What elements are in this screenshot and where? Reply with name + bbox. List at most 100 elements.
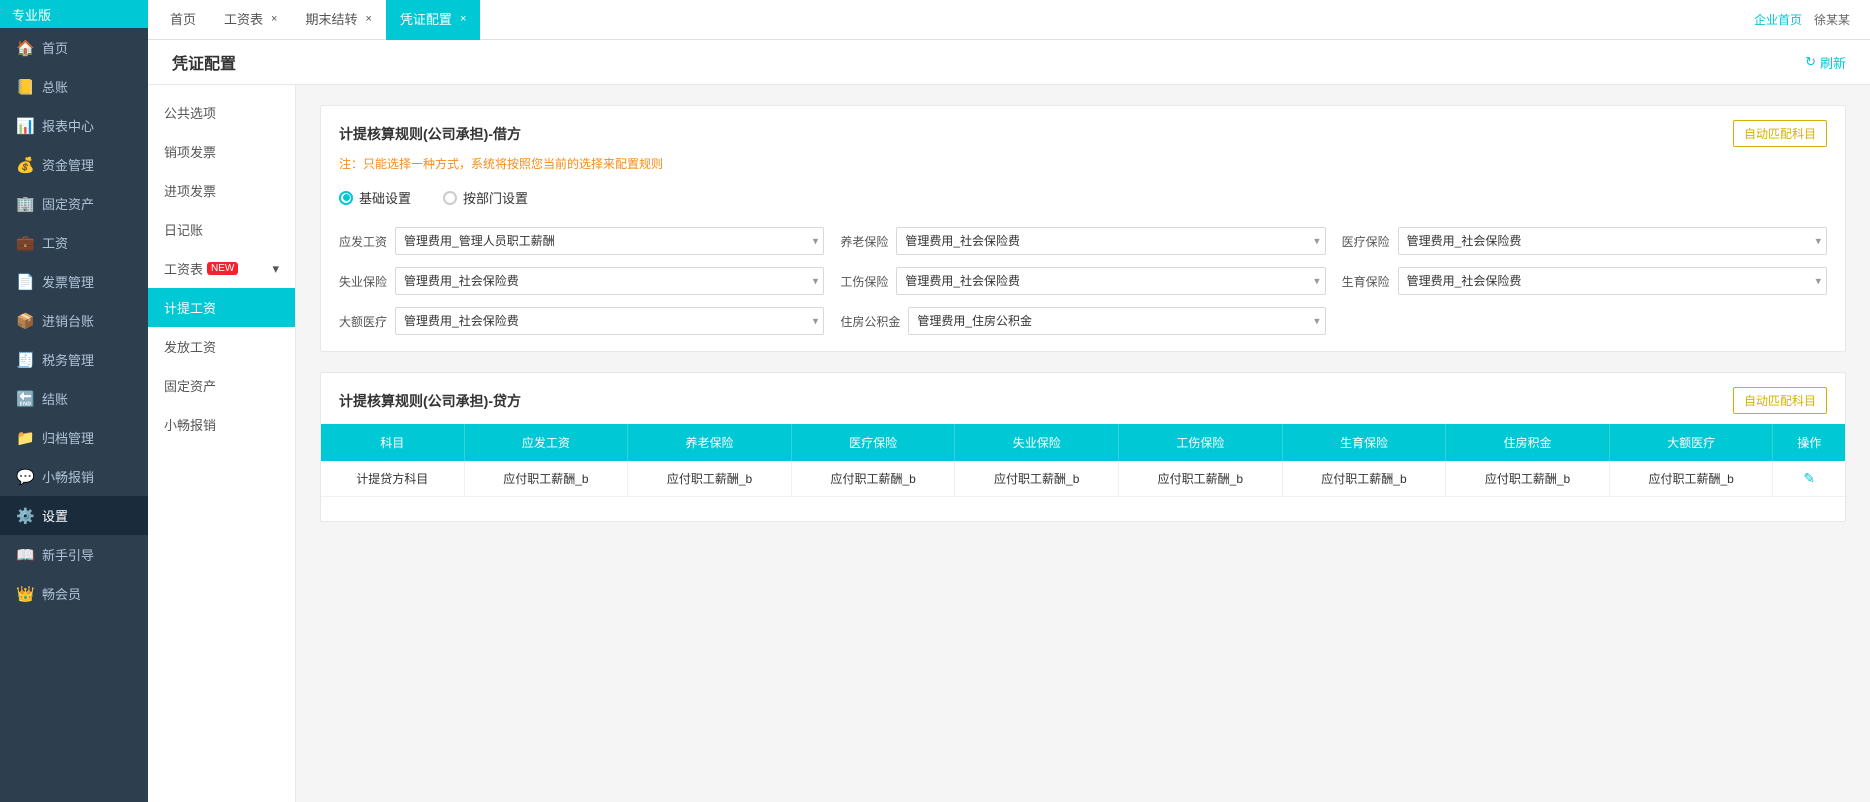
page-header: 凭证配置 ↻ 刷新 (148, 40, 1870, 85)
sidebar-icon-总账: 📒 (16, 78, 34, 96)
sidebar-icon-归档管理: 📁 (16, 429, 34, 447)
field-select-wrapper-生育保险: 管理费用_社会保险费 (1398, 267, 1827, 295)
sidebar-item-报表中心[interactable]: 📊报表中心 (0, 106, 148, 145)
data-cell-0-7: 应付职工薪酬_b (1609, 461, 1773, 497)
sidebar-icon-工资: 💼 (16, 234, 34, 252)
sidebar-label-首页: 首页 (42, 38, 68, 57)
left-nav-label-日记账: 日记账 (164, 220, 203, 239)
left-nav-发放工资[interactable]: 发放工资 (148, 327, 295, 366)
tab-close-期末结转[interactable]: × (365, 13, 371, 25)
sidebar-label-畅会员: 畅会员 (42, 584, 81, 603)
sidebar-item-资金管理[interactable]: 💰资金管理 (0, 145, 148, 184)
left-nav-小畅报销[interactable]: 小畅报销 (148, 405, 295, 444)
col-header-养老保险: 养老保险 (628, 424, 792, 461)
sidebar-item-进销台账[interactable]: 📦 进销台账 (0, 301, 148, 340)
sidebar-item-发票管理[interactable]: 📄发票管理 (0, 262, 148, 301)
sidebar-item-首页[interactable]: 🏠首页 (0, 28, 148, 67)
sidebar-icon-税务管理: 🧾 (16, 351, 34, 369)
sidebar-item-畅会员[interactable]: 👑畅会员 (0, 574, 148, 613)
debit-field-大额医疗: 大额医疗 管理费用_社会保险费 (339, 307, 824, 335)
field-select-wrapper-应发工资: 管理费用_管理人员职工薪酬 (395, 227, 824, 255)
tab-工资表[interactable]: 工资表 × (210, 0, 291, 40)
sidebar-label-资金管理: 资金管理 (42, 155, 94, 174)
debit-field-生育保险: 生育保险 管理费用_社会保险费 (1342, 267, 1827, 295)
sidebar-item-归档管理[interactable]: 📁 归档管理 (0, 418, 148, 457)
field-select-应发工资[interactable]: 管理费用_管理人员职工薪酬 (395, 227, 824, 255)
field-label-医疗保险: 医疗保险 (1342, 233, 1390, 250)
left-nav-进项发票[interactable]: 进项发票 (148, 171, 295, 210)
sidebar-item-设置[interactable]: ⚙️设置 (0, 496, 148, 535)
tab-label-首页: 首页 (170, 9, 196, 28)
field-select-生育保险[interactable]: 管理费用_社会保险费 (1398, 267, 1827, 295)
tab-label-工资表: 工资表 (224, 9, 263, 28)
sidebar-icon-结账: 🔚 (16, 390, 34, 408)
left-nav-label-发放工资: 发放工资 (164, 337, 216, 356)
debit-form-grid: 应发工资 管理费用_管理人员职工薪酬 养老保险 管理费用_社会保险费 医疗保险 … (321, 219, 1845, 351)
debit-section: 计提核算规则(公司承担)-借方 自动匹配科目 注：只能选择一种方式，系统将按照您… (320, 105, 1846, 352)
tab-首页[interactable]: 首页 (156, 0, 210, 40)
col-header-住房积金: 住房积金 (1446, 424, 1610, 461)
credit-title: 计提核算规则(公司承担)-贷方 (339, 391, 521, 411)
field-select-失业保险[interactable]: 管理费用_社会保险费 (395, 267, 824, 295)
left-nav-日记账[interactable]: 日记账 (148, 210, 295, 249)
col-header-应发工资: 应发工资 (464, 424, 628, 461)
sidebar-label-总账: 总账 (42, 77, 68, 96)
field-label-住房公积金: 住房公积金 (840, 313, 900, 330)
tab-凭证配置[interactable]: 凭证配置× (386, 0, 480, 40)
field-select-工伤保险[interactable]: 管理费用_社会保险费 (896, 267, 1325, 295)
page-title: 凭证配置 (172, 50, 236, 74)
left-nav-工资表[interactable]: 工资表NEW▾ (148, 249, 295, 288)
field-label-大额医疗: 大额医疗 (339, 313, 387, 330)
field-select-养老保险[interactable]: 管理费用_社会保险费 (896, 227, 1325, 255)
debit-auto-match-button[interactable]: 自动匹配科目 (1733, 120, 1827, 147)
left-nav-公共选项[interactable]: 公共选项 (148, 93, 295, 132)
sidebar-icon-进销台账: 📦 (16, 312, 34, 330)
field-select-住房公积金[interactable]: 管理费用_住房公积金 (908, 307, 1325, 335)
sidebar-item-税务管理[interactable]: 🧾税务管理 (0, 340, 148, 379)
field-select-大额医疗[interactable]: 管理费用_社会保险费 (395, 307, 824, 335)
sidebar-item-新手引导[interactable]: 📖新手引导 (0, 535, 148, 574)
sidebar-icon-小畅报销: 💬 (16, 468, 34, 486)
left-nav-label-销项发票: 销项发票 (164, 142, 216, 161)
radio-department[interactable]: 按部门设置 (443, 188, 528, 207)
sidebar-icon-设置: ⚙️ (16, 507, 34, 525)
radio-basic-label: 基础设置 (359, 188, 411, 207)
col-header-大额医疗: 大额医疗 (1609, 424, 1773, 461)
tab-close-凭证配置[interactable]: × (460, 13, 466, 25)
col-header-操作: 操作 (1773, 424, 1845, 461)
radio-basic[interactable]: 基础设置 (339, 188, 411, 207)
left-nav: 公共选项销项发票进项发票日记账工资表NEW▾计提工资发放工资固定资产小畅报销 (148, 85, 296, 802)
tab-label-期末结转: 期末结转 (305, 9, 357, 28)
credit-table-head: 科目应发工资养老保险医疗保险失业保险工伤保险生育保险住房积金大额医疗操作 (321, 424, 1845, 461)
sidebar-label-工资: 工资 (42, 233, 68, 252)
topbar: 首页工资表×期末结转×凭证配置× 企业首页 徐某某 (148, 0, 1870, 40)
debit-field-应发工资: 应发工资 管理费用_管理人员职工薪酬 (339, 227, 824, 255)
sidebar-item-总账[interactable]: 📒 总账 (0, 67, 148, 106)
field-select-wrapper-大额医疗: 管理费用_社会保险费 (395, 307, 824, 335)
sidebar-item-工资[interactable]: 💼 工资 (0, 223, 148, 262)
field-select-医疗保险[interactable]: 管理费用_社会保险费 (1398, 227, 1827, 255)
sidebar-item-小畅报销[interactable]: 💬小畅报销 (0, 457, 148, 496)
left-nav-销项发票[interactable]: 销项发票 (148, 132, 295, 171)
tab-close-工资表[interactable]: × (271, 13, 277, 25)
sidebar-label-归档管理: 归档管理 (42, 428, 94, 447)
credit-auto-match-button[interactable]: 自动匹配科目 (1733, 387, 1827, 414)
field-label-生育保险: 生育保险 (1342, 273, 1390, 290)
debit-radio-group: 基础设置 按部门设置 (321, 180, 1845, 219)
sidebar-item-固定资产[interactable]: 🏢固定资产 (0, 184, 148, 223)
left-nav-计提工资[interactable]: 计提工资 (148, 288, 295, 327)
sidebar-item-结账[interactable]: 🔚结账 (0, 379, 148, 418)
left-nav-label-公共选项: 公共选项 (164, 103, 216, 122)
edit-icon-0[interactable]: ✎ (1803, 470, 1815, 486)
sidebar-label-进销台账: 进销台账 (42, 311, 94, 330)
refresh-button[interactable]: ↻ 刷新 (1805, 53, 1846, 72)
tab-期末结转[interactable]: 期末结转 × (291, 0, 385, 40)
edit-cell-0[interactable]: ✎ (1773, 461, 1845, 497)
left-nav-固定资产[interactable]: 固定资产 (148, 366, 295, 405)
admin-link[interactable]: 企业首页 (1754, 11, 1802, 28)
subject-cell-0: 计提贷方科目 (321, 461, 464, 497)
col-header-工伤保险: 工伤保险 (1119, 424, 1283, 461)
field-select-wrapper-失业保险: 管理费用_社会保险费 (395, 267, 824, 295)
data-cell-0-6: 应付职工薪酬_b (1446, 461, 1610, 497)
table-row-0: 计提贷方科目应付职工薪酬_b应付职工薪酬_b应付职工薪酬_b应付职工薪酬_b应付… (321, 461, 1845, 497)
